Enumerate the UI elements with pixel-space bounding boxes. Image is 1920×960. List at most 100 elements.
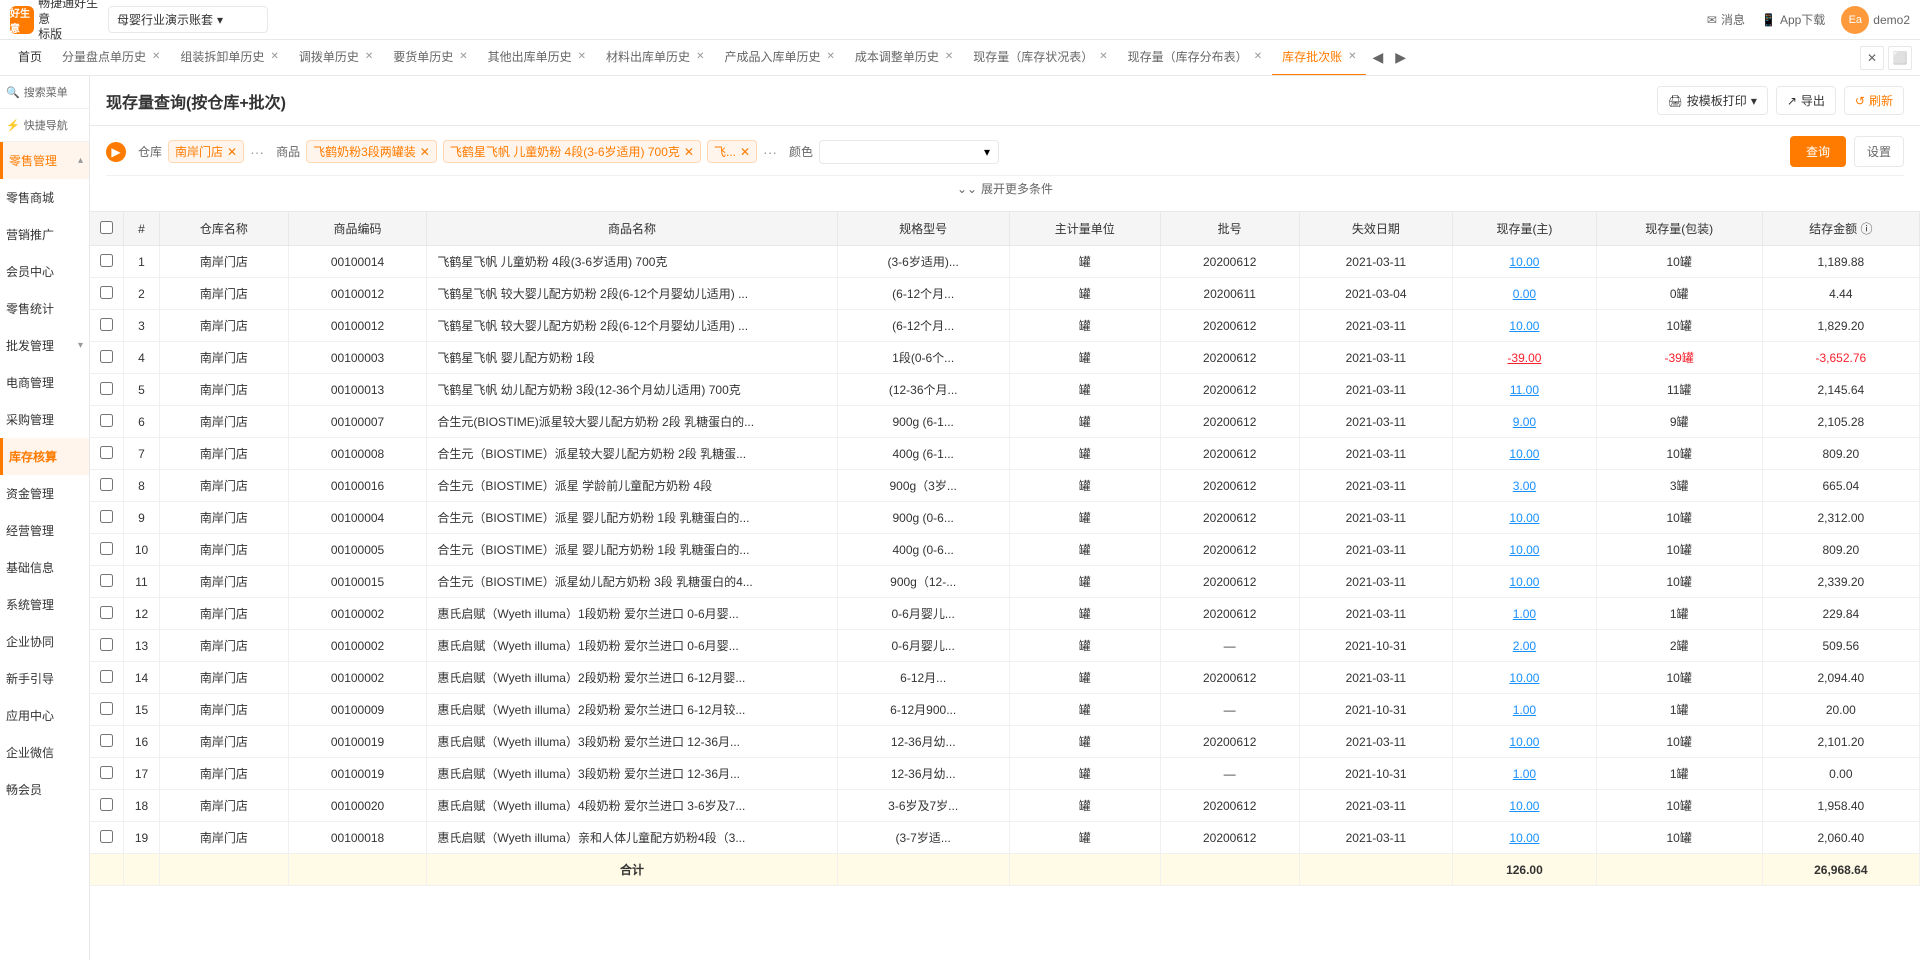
remove-warehouse-tag[interactable]: ✕: [227, 145, 237, 159]
row-checkbox-cell[interactable]: [90, 406, 124, 438]
close-icon[interactable]: ✕: [826, 51, 834, 62]
sidebar-item-purchase[interactable]: 采购管理: [0, 401, 89, 438]
close-icon[interactable]: ✕: [1099, 51, 1107, 62]
sidebar-item-finance[interactable]: 资金管理: [0, 475, 89, 512]
org-selector[interactable]: 母婴行业演示账套 ▾: [108, 6, 268, 33]
row-checkbox[interactable]: [100, 798, 113, 811]
row-qty-main[interactable]: 10.00: [1453, 310, 1597, 342]
row-checkbox-cell[interactable]: [90, 598, 124, 630]
row-checkbox[interactable]: [100, 606, 113, 619]
tab-zuzhuangchaijie[interactable]: 组装拆卸单历史 ✕: [170, 40, 288, 76]
row-checkbox[interactable]: [100, 382, 113, 395]
more-product-btn[interactable]: ···: [763, 144, 777, 160]
row-checkbox[interactable]: [100, 830, 113, 843]
remove-product-tag-3[interactable]: ✕: [740, 145, 750, 159]
color-filter-input[interactable]: ▾: [819, 140, 999, 164]
tab-home[interactable]: 首页: [8, 40, 52, 76]
maximize-btn[interactable]: ⬜: [1888, 46, 1912, 70]
row-checkbox[interactable]: [100, 414, 113, 427]
close-icon[interactable]: ✕: [152, 51, 160, 62]
row-qty-main[interactable]: 11.00: [1453, 374, 1597, 406]
sidebar-item-basic-info[interactable]: 基础信息: [0, 549, 89, 586]
expand-more-conditions-btn[interactable]: ⌄⌄ 展开更多条件: [106, 175, 1904, 201]
row-checkbox[interactable]: [100, 702, 113, 715]
product-filter-tag-1[interactable]: 飞鹤奶粉3段两罐装 ✕: [306, 140, 437, 163]
filter-expand-toggle[interactable]: ▶: [106, 142, 126, 162]
sidebar-item-wechat[interactable]: 企业微信: [0, 734, 89, 771]
row-checkbox-cell[interactable]: [90, 726, 124, 758]
tab-diaobodanjishi[interactable]: 调拨单历史 ✕: [289, 40, 383, 76]
row-checkbox-cell[interactable]: [90, 246, 124, 278]
sidebar-item-vip[interactable]: 畅会员: [0, 771, 89, 808]
sidebar-item-marketing[interactable]: 营销推广: [0, 216, 89, 253]
settings-btn[interactable]: 设置: [1854, 136, 1904, 167]
row-checkbox[interactable]: [100, 638, 113, 651]
row-checkbox-cell[interactable]: [90, 822, 124, 854]
product-filter-tag-2[interactable]: 飞鹤星飞帆 儿童奶粉 4段(3-6岁适用) 700克 ✕: [443, 140, 701, 163]
nav-next-arrow[interactable]: ▶: [1389, 49, 1412, 66]
row-qty-main[interactable]: 3.00: [1453, 470, 1597, 502]
row-qty-main[interactable]: 10.00: [1453, 790, 1597, 822]
row-qty-main[interactable]: 1.00: [1453, 758, 1597, 790]
close-icon[interactable]: ✕: [365, 51, 373, 62]
sidebar-item-operations[interactable]: 经营管理: [0, 512, 89, 549]
row-qty-main[interactable]: 10.00: [1453, 438, 1597, 470]
row-qty-main[interactable]: 10.00: [1453, 566, 1597, 598]
row-checkbox-cell[interactable]: [90, 662, 124, 694]
row-qty-main[interactable]: 9.00: [1453, 406, 1597, 438]
warehouse-filter-tag[interactable]: 南岸门店 ✕: [168, 140, 244, 163]
query-btn[interactable]: 查询: [1790, 136, 1846, 167]
row-checkbox-cell[interactable]: [90, 758, 124, 790]
nav-prev-arrow[interactable]: ◀: [1366, 49, 1389, 66]
sidebar-item-appcenter[interactable]: 应用中心: [0, 697, 89, 734]
tab-yaohuo[interactable]: 要货单历史 ✕: [383, 40, 477, 76]
refresh-btn[interactable]: ↺ 刷新: [1844, 86, 1904, 115]
sidebar-search[interactable]: 🔍 搜索菜单: [0, 76, 89, 109]
sidebar-quick[interactable]: ⚡ 快捷导航: [0, 109, 89, 142]
tab-xiancunliang-fenbiao[interactable]: 现存量（库存分布表）✕: [1118, 40, 1272, 76]
row-checkbox-cell[interactable]: [90, 630, 124, 662]
row-checkbox-cell[interactable]: [90, 790, 124, 822]
tab-chengben-tiaozheng[interactable]: 成本调整单历史 ✕: [845, 40, 963, 76]
row-checkbox-cell[interactable]: [90, 342, 124, 374]
row-checkbox[interactable]: [100, 478, 113, 491]
close-icon[interactable]: ✕: [578, 51, 586, 62]
row-checkbox-cell[interactable]: [90, 374, 124, 406]
sidebar-item-inventory[interactable]: 库存核算: [0, 438, 89, 475]
row-qty-main[interactable]: 10.00: [1453, 502, 1597, 534]
sidebar-item-retail[interactable]: 零售管理 ▴: [0, 142, 89, 179]
row-checkbox[interactable]: [100, 286, 113, 299]
row-checkbox-cell[interactable]: [90, 278, 124, 310]
sidebar-item-wholesale[interactable]: 批发管理 ▾: [0, 327, 89, 364]
row-checkbox[interactable]: [100, 734, 113, 747]
sidebar-item-member[interactable]: 会员中心: [0, 253, 89, 290]
row-qty-main[interactable]: 10.00: [1453, 534, 1597, 566]
template-print-btn[interactable]: 🖨 按模板打印 ▾: [1657, 86, 1768, 115]
tab-xiancunliang-zhuangkuang[interactable]: 现存量（库存状况表）✕: [963, 40, 1117, 76]
row-checkbox[interactable]: [100, 510, 113, 523]
remove-product-tag-1[interactable]: ✕: [420, 145, 430, 159]
row-checkbox[interactable]: [100, 318, 113, 331]
row-checkbox-cell[interactable]: [90, 310, 124, 342]
message-btn[interactable]: ✉ 消息: [1707, 11, 1745, 28]
more-warehouse-btn[interactable]: ···: [250, 144, 264, 160]
sidebar-item-enterprise[interactable]: 企业协同: [0, 623, 89, 660]
export-btn[interactable]: ↗ 导出: [1776, 86, 1836, 115]
row-checkbox[interactable]: [100, 766, 113, 779]
sidebar-item-retail-shop[interactable]: 零售商城: [0, 179, 89, 216]
row-checkbox-cell[interactable]: [90, 566, 124, 598]
row-checkbox-cell[interactable]: [90, 694, 124, 726]
row-qty-main[interactable]: 10.00: [1453, 822, 1597, 854]
tab-fenliangpandian[interactable]: 分量盘点单历史 ✕: [52, 40, 170, 76]
close-icon[interactable]: ✕: [270, 51, 278, 62]
close-icon[interactable]: ✕: [1254, 51, 1262, 62]
close-icon[interactable]: ✕: [945, 51, 953, 62]
tab-chancheng-ruku[interactable]: 产成品入库单历史 ✕: [714, 40, 844, 76]
app-download-btn[interactable]: 📱 App下载: [1761, 11, 1825, 28]
row-checkbox-cell[interactable]: [90, 534, 124, 566]
row-checkbox[interactable]: [100, 542, 113, 555]
row-qty-main[interactable]: -39.00: [1453, 342, 1597, 374]
close-icon[interactable]: ✕: [1348, 51, 1356, 62]
row-qty-main[interactable]: 1.00: [1453, 694, 1597, 726]
row-checkbox[interactable]: [100, 446, 113, 459]
